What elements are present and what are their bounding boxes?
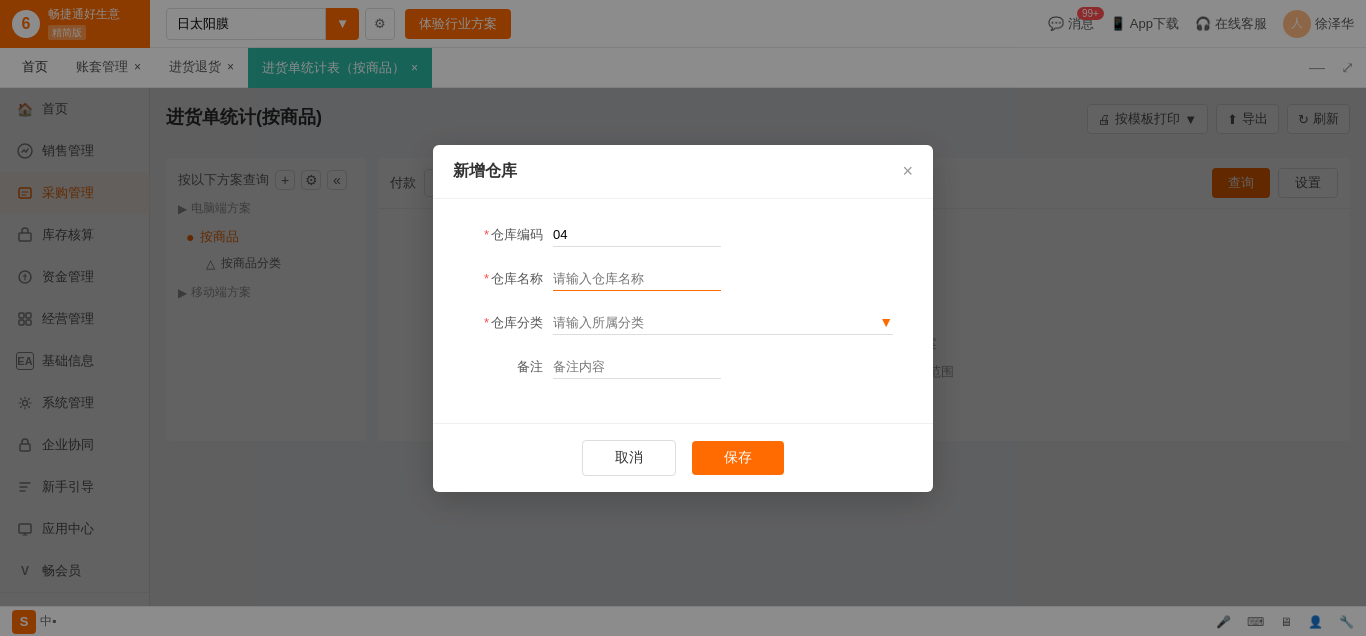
category-select-input[interactable] — [553, 311, 879, 334]
note-label: 备注 — [473, 358, 553, 376]
category-select-wrapper: ▼ — [553, 311, 893, 335]
modal-title: 新增仓库 — [453, 161, 517, 182]
modal-header: 新增仓库 × — [433, 145, 933, 199]
form-row-note: 备注 — [473, 355, 893, 379]
name-input-wrapper — [553, 267, 893, 291]
new-warehouse-modal: 新增仓库 × *仓库编码 *仓库名称 — [433, 145, 933, 492]
form-row-code: *仓库编码 — [473, 223, 893, 247]
cancel-btn[interactable]: 取消 — [582, 440, 676, 476]
code-label: *仓库编码 — [473, 226, 553, 244]
modal-close-btn[interactable]: × — [902, 161, 913, 182]
category-label: *仓库分类 — [473, 314, 553, 332]
warehouse-code-input[interactable] — [553, 223, 721, 247]
modal-body: *仓库编码 *仓库名称 — [433, 199, 933, 423]
save-btn[interactable]: 保存 — [692, 441, 784, 475]
warehouse-name-input[interactable] — [553, 267, 721, 291]
form-row-category: *仓库分类 ▼ — [473, 311, 893, 335]
modal-footer: 取消 保存 — [433, 423, 933, 492]
code-input-wrapper — [553, 223, 893, 247]
note-input[interactable] — [553, 355, 721, 379]
name-label: *仓库名称 — [473, 270, 553, 288]
form-row-name: *仓库名称 — [473, 267, 893, 291]
category-dropdown-icon[interactable]: ▼ — [879, 314, 893, 330]
modal-overlay: 新增仓库 × *仓库编码 *仓库名称 — [0, 0, 1366, 636]
note-input-wrapper — [553, 355, 893, 379]
